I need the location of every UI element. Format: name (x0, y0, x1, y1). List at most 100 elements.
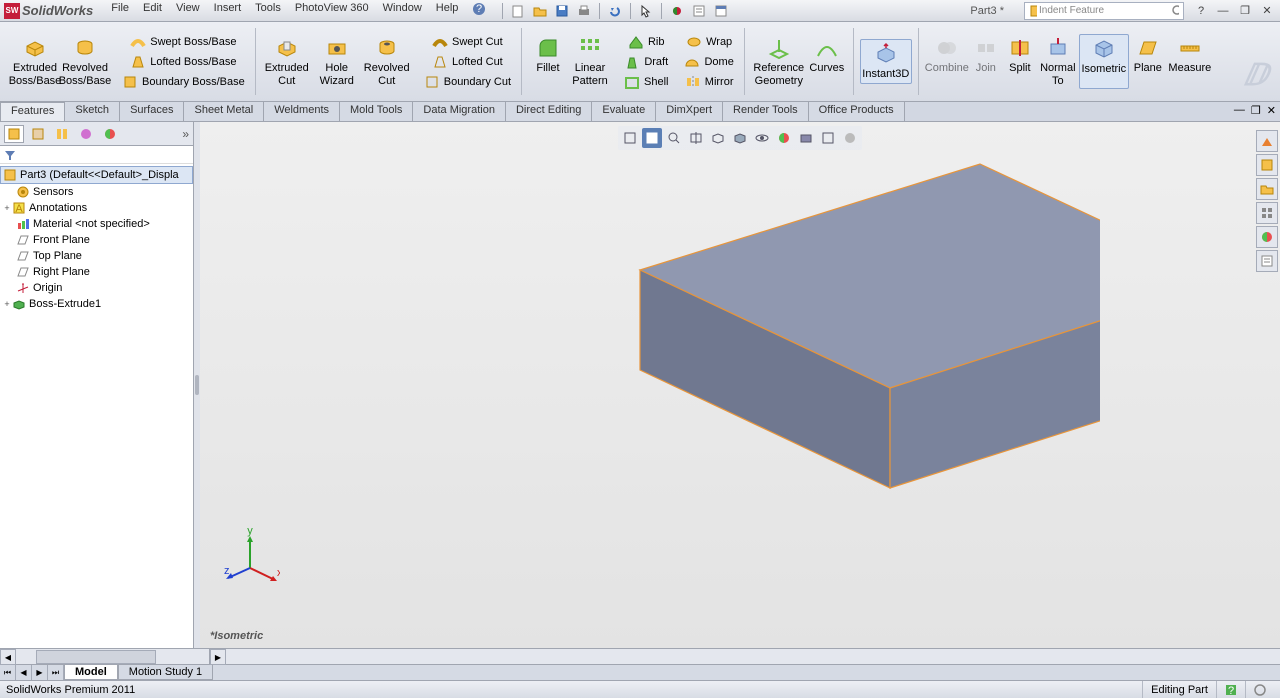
tab-render-tools[interactable]: Render Tools (723, 102, 809, 121)
render-icon[interactable] (840, 128, 860, 148)
save-icon[interactable] (553, 2, 571, 20)
swept-cut-button[interactable]: Swept Cut (428, 33, 507, 51)
revolved-boss-button[interactable]: Revolved Boss/Base (60, 34, 110, 88)
menu-help[interactable]: Help (430, 0, 465, 21)
instant3d-button[interactable]: Instant3D (860, 39, 912, 83)
previous-view-icon[interactable] (664, 128, 684, 148)
tab-office-products[interactable]: Office Products (809, 102, 905, 121)
tree-root[interactable]: Part3 (Default<<Default>_Displa (0, 166, 193, 184)
lofted-cut-button[interactable]: Lofted Cut (428, 53, 507, 71)
view-orientation-icon[interactable] (708, 128, 728, 148)
section-view-icon[interactable] (686, 128, 706, 148)
options-icon[interactable] (690, 2, 708, 20)
doc-close-icon[interactable]: ✕ (1267, 104, 1276, 117)
tab-nav-last-icon[interactable]: ⏭ (48, 665, 64, 680)
rebuild-icon[interactable] (668, 2, 686, 20)
tree-front-plane[interactable]: Front Plane (0, 232, 193, 248)
mirror-button[interactable]: Mirror (681, 73, 738, 91)
tab-dimxpert[interactable]: DimXpert (656, 102, 723, 121)
tree-material[interactable]: Material <not specified> (0, 216, 193, 232)
linear-pattern-button[interactable]: Linear Pattern (568, 34, 612, 88)
panel-expand-icon[interactable]: » (182, 127, 189, 141)
search-box[interactable] (1024, 2, 1184, 20)
reference-geometry-button[interactable]: Reference Geometry (751, 34, 807, 88)
revolved-cut-button[interactable]: Revolved Cut (362, 34, 412, 88)
featuremanager-tab-icon[interactable] (4, 125, 24, 143)
boundary-boss-button[interactable]: Boundary Boss/Base (118, 73, 249, 91)
expand-icon[interactable]: + (2, 299, 12, 309)
bottom-tab-model[interactable]: Model (64, 665, 118, 680)
zoom-area-icon[interactable] (642, 128, 662, 148)
appearances-tab-icon[interactable] (1256, 226, 1278, 248)
boundary-cut-button[interactable]: Boundary Cut (420, 73, 515, 91)
hscroll-track[interactable] (16, 649, 210, 664)
menu-edit[interactable]: Edit (137, 0, 168, 21)
custom-props-tab-icon[interactable] (1256, 250, 1278, 272)
new-document-icon[interactable] (509, 2, 527, 20)
tab-data-migration[interactable]: Data Migration (413, 102, 506, 121)
displaymanager-tab-icon[interactable] (100, 125, 120, 143)
split-button[interactable]: Split (1003, 34, 1037, 88)
zoom-fit-icon[interactable] (620, 128, 640, 148)
shell-button[interactable]: Shell (620, 73, 672, 91)
dimxpert-tab-icon[interactable] (76, 125, 96, 143)
join-button[interactable]: Join (969, 34, 1003, 88)
print-icon[interactable] (575, 2, 593, 20)
tree-sensors[interactable]: Sensors (0, 184, 193, 200)
measure-button[interactable]: Measure (1167, 34, 1213, 88)
menu-view[interactable]: View (170, 0, 206, 21)
tab-features[interactable]: Features (0, 102, 65, 121)
swept-boss-button[interactable]: Swept Boss/Base (126, 33, 240, 51)
menu-photoview[interactable]: PhotoView 360 (289, 0, 375, 21)
graphics-viewport[interactable]: y x z *Isometric (200, 122, 1280, 648)
hscroll-left-icon[interactable]: ◀ (0, 649, 16, 665)
tree-right-plane[interactable]: Right Plane (0, 264, 193, 280)
tab-surfaces[interactable]: Surfaces (120, 102, 184, 121)
close-icon[interactable]: ✕ (1258, 4, 1276, 18)
search-input[interactable] (1039, 5, 1171, 16)
doc-minimize-icon[interactable]: — (1234, 104, 1245, 117)
draft-button[interactable]: Draft (620, 53, 672, 71)
tab-direct-editing[interactable]: Direct Editing (506, 102, 592, 121)
select-icon[interactable] (637, 2, 655, 20)
customize-icon[interactable] (712, 2, 730, 20)
tree-boss-extrude1[interactable]: +Boss-Extrude1 (0, 296, 193, 312)
tab-mold-tools[interactable]: Mold Tools (340, 102, 413, 121)
lofted-boss-button[interactable]: Lofted Boss/Base (126, 53, 240, 71)
edit-appearance-icon[interactable] (774, 128, 794, 148)
menu-window[interactable]: Window (377, 0, 428, 21)
design-library-tab-icon[interactable] (1256, 154, 1278, 176)
open-document-icon[interactable] (531, 2, 549, 20)
help-icon[interactable]: ? (1192, 4, 1210, 18)
expand-icon[interactable]: + (2, 203, 12, 213)
menu-file[interactable]: File (105, 0, 135, 21)
search-magnify-icon[interactable] (1171, 4, 1179, 18)
dome-button[interactable]: Dome (680, 53, 737, 71)
menu-help-dropdown-icon[interactable]: ? (466, 0, 492, 21)
tab-sheet-metal[interactable]: Sheet Metal (184, 102, 264, 121)
normal-to-button[interactable]: Normal To (1037, 34, 1079, 88)
tree-origin[interactable]: Origin (0, 280, 193, 296)
view-settings-icon[interactable] (818, 128, 838, 148)
hscroll-thumb[interactable] (36, 650, 156, 664)
hole-wizard-button[interactable]: Hole Wizard (312, 34, 362, 88)
bottom-tab-motion-study[interactable]: Motion Study 1 (118, 665, 213, 680)
tab-weldments[interactable]: Weldments (264, 102, 340, 121)
plane-button[interactable]: Plane (1129, 34, 1167, 88)
curves-button[interactable]: Curves (807, 34, 847, 88)
configurationmanager-tab-icon[interactable] (52, 125, 72, 143)
tab-sketch[interactable]: Sketch (65, 102, 120, 121)
apply-scene-icon[interactable] (796, 128, 816, 148)
maximize-icon[interactable]: ❐ (1236, 4, 1254, 18)
isometric-button[interactable]: Isometric (1079, 34, 1129, 88)
tab-evaluate[interactable]: Evaluate (592, 102, 656, 121)
tree-filter[interactable] (0, 146, 193, 164)
view-palette-tab-icon[interactable] (1256, 202, 1278, 224)
extruded-cut-button[interactable]: Extruded Cut (262, 34, 312, 88)
sw-resources-tab-icon[interactable] (1256, 130, 1278, 152)
undo-icon[interactable] (606, 2, 624, 20)
fillet-button[interactable]: Fillet (528, 34, 568, 88)
hscroll-right-icon[interactable]: ▶ (210, 649, 226, 665)
tree-annotations[interactable]: +AAnnotations (0, 200, 193, 216)
tab-nav-first-icon[interactable]: ⏮ (0, 665, 16, 680)
